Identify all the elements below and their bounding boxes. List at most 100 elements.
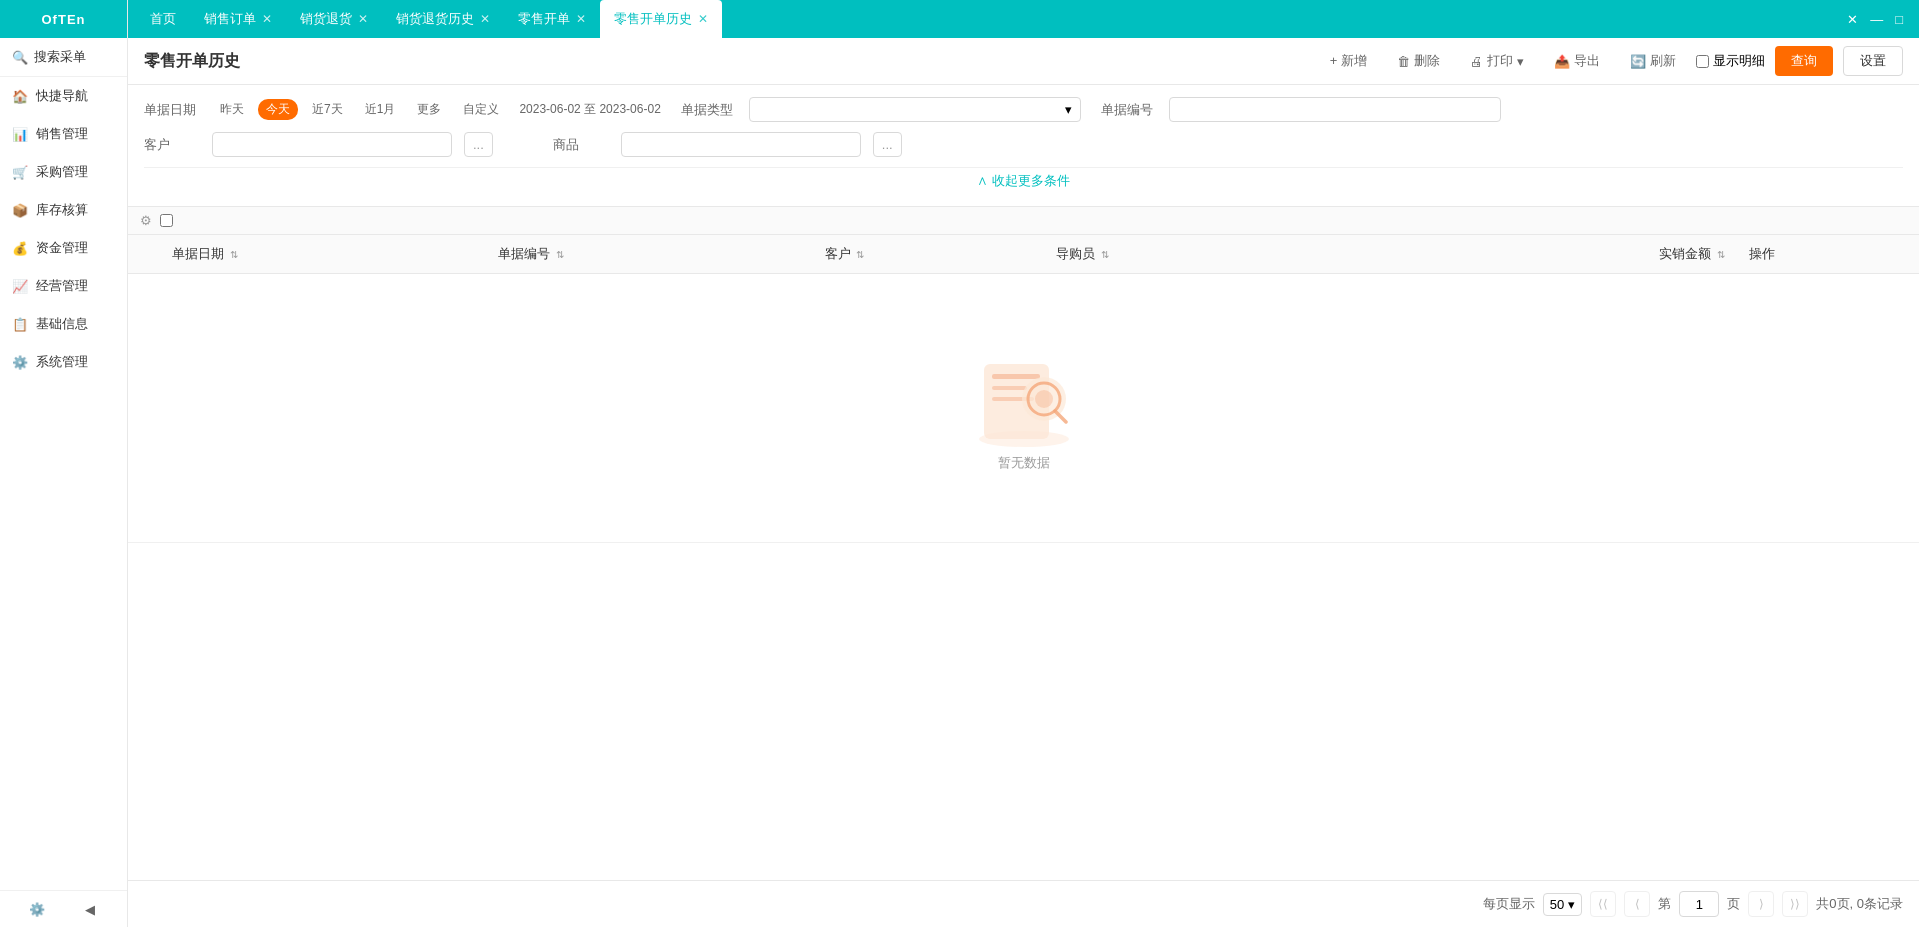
tab-retail-open-history[interactable]: 零售开单历史 ✕	[600, 0, 722, 38]
nav-maximize-btn[interactable]: □	[1895, 12, 1903, 27]
sidebar-item-quick-nav[interactable]: 🏠 快捷导航	[0, 77, 127, 115]
total-label: 共0页, 0条记录	[1816, 895, 1903, 913]
sidebar-bottom: ⚙️ ◀	[0, 890, 127, 927]
date-options: 昨天 今天 近7天 近1月 更多 自定义	[212, 99, 507, 120]
content-area: ⚙ 单据日期 ⇅ 单据编号 ⇅ 客户 ⇅	[128, 207, 1919, 880]
refresh-button[interactable]: 🔄 刷新	[1620, 47, 1686, 75]
svg-point-8	[1035, 390, 1053, 408]
page-size-select[interactable]: 50 ▾	[1543, 893, 1582, 916]
tab-home[interactable]: 首页	[136, 0, 190, 38]
sidebar: OfTEn 🔍 搜索采单 🏠 快捷导航 📊 销售管理 🛒 采购管理 📦 库存核算…	[0, 0, 128, 927]
gear-icon[interactable]: ⚙️	[29, 901, 45, 917]
toolbar: 零售开单历史 + 新增 🗑 删除 🖨 打印 ▾ 📤 导出 🔄 刷新	[128, 38, 1919, 85]
export-icon: 📤	[1554, 54, 1570, 69]
sidebar-item-purchase[interactable]: 🛒 采购管理	[0, 153, 127, 191]
filter-area: 单据日期 昨天 今天 近7天 近1月 更多 自定义 2023-06-02 至 2…	[128, 85, 1919, 207]
date-opt-yesterday[interactable]: 昨天	[212, 99, 252, 120]
system-icon: ⚙️	[12, 354, 28, 370]
empty-illustration	[964, 344, 1084, 454]
last-page-btn[interactable]: ⟩⟩	[1782, 891, 1808, 917]
basic-icon: 📋	[12, 316, 28, 332]
product-filter: 商品 ...	[553, 132, 902, 157]
nav-right: ✕ — □	[1847, 12, 1911, 27]
sort-date-icon[interactable]: ⇅	[230, 249, 238, 260]
doc-number-filter: 单据编号	[1101, 97, 1501, 122]
sidebar-item-finance[interactable]: 💰 资金管理	[0, 229, 127, 267]
search-icon: 🔍	[12, 49, 28, 65]
nav-minimize-btn[interactable]: —	[1870, 12, 1883, 27]
page-size-dropdown-icon: ▾	[1568, 897, 1575, 912]
finance-icon: 💰	[12, 240, 28, 256]
date-filter: 单据日期 昨天 今天 近7天 近1月 更多 自定义 2023-06-02 至 2…	[144, 99, 661, 120]
data-table: 单据日期 ⇅ 单据编号 ⇅ 客户 ⇅ 导购员 ⇅	[128, 235, 1919, 543]
close-tab-retail-open-history[interactable]: ✕	[698, 12, 708, 26]
sidebar-item-operations[interactable]: 📈 经营管理	[0, 267, 127, 305]
tab-retail-open[interactable]: 零售开单 ✕	[504, 0, 600, 38]
product-ellipsis-btn[interactable]: ...	[873, 132, 902, 157]
close-tab-sales-return[interactable]: ✕	[358, 12, 368, 26]
th-date[interactable]: 单据日期 ⇅	[160, 235, 486, 274]
main-content: 首页 销售订单 ✕ 销货退货 ✕ 销货退货历史 ✕ 零售开单 ✕ 零售开单历史 …	[128, 0, 1919, 927]
th-number[interactable]: 单据编号 ⇅	[486, 235, 812, 274]
close-tab-sales-return-history[interactable]: ✕	[480, 12, 490, 26]
sort-number-icon[interactable]: ⇅	[556, 249, 564, 260]
th-guide[interactable]: 导购员 ⇅	[1044, 235, 1323, 274]
print-button[interactable]: 🖨 打印 ▾	[1460, 47, 1534, 75]
th-spacer	[1323, 235, 1410, 274]
date-range-text: 2023-06-02 至 2023-06-02	[519, 101, 660, 118]
date-opt-today[interactable]: 今天	[258, 99, 298, 120]
operations-icon: 📈	[12, 278, 28, 294]
sidebar-item-system[interactable]: ⚙️ 系统管理	[0, 343, 127, 381]
close-tab-sales-order[interactable]: ✕	[262, 12, 272, 26]
table-header-tools: ⚙	[128, 207, 1919, 235]
print-dropdown-icon: ▾	[1517, 54, 1524, 69]
per-page-label: 每页显示	[1483, 895, 1535, 913]
delete-button[interactable]: 🗑 删除	[1387, 47, 1450, 75]
display-detail-toggle[interactable]: 显示明细	[1696, 52, 1765, 70]
add-button[interactable]: + 新增	[1320, 47, 1377, 75]
first-page-btn[interactable]: ⟨⟨	[1590, 891, 1616, 917]
export-button[interactable]: 📤 导出	[1544, 47, 1610, 75]
inventory-icon: 📦	[12, 202, 28, 218]
column-settings-icon[interactable]: ⚙	[140, 213, 152, 228]
close-tab-retail-open[interactable]: ✕	[576, 12, 586, 26]
product-input[interactable]	[621, 132, 861, 157]
th-customer[interactable]: 客户 ⇅	[813, 235, 1045, 274]
doc-number-input[interactable]	[1169, 97, 1501, 122]
customer-input[interactable]	[212, 132, 452, 157]
sidebar-item-basic[interactable]: 📋 基础信息	[0, 305, 127, 343]
tab-sales-return[interactable]: 销货退货 ✕	[286, 0, 382, 38]
collapse-icon[interactable]: ◀	[82, 901, 98, 917]
nav-close-btn[interactable]: ✕	[1847, 12, 1858, 27]
page-input[interactable]	[1679, 891, 1719, 917]
date-opt-custom[interactable]: 自定义	[455, 99, 507, 120]
sort-customer-icon[interactable]: ⇅	[856, 249, 864, 260]
display-detail-checkbox[interactable]	[1696, 55, 1709, 68]
sidebar-item-sales[interactable]: 📊 销售管理	[0, 115, 127, 153]
query-button[interactable]: 查询	[1775, 46, 1833, 76]
tab-sales-return-history[interactable]: 销货退货历史 ✕	[382, 0, 504, 38]
doc-type-select[interactable]: ▾	[749, 97, 1081, 122]
th-amount[interactable]: 实销金额 ⇅	[1411, 235, 1737, 274]
tab-sales-order[interactable]: 销售订单 ✕	[190, 0, 286, 38]
customer-ellipsis-btn[interactable]: ...	[464, 132, 493, 157]
page-prefix: 第	[1658, 895, 1671, 913]
filter-row-2: 客户 ... 商品 ...	[144, 132, 1903, 157]
sort-amount-icon[interactable]: ⇅	[1717, 249, 1725, 260]
collapse-filter-btn[interactable]: ∧ 收起更多条件	[144, 167, 1903, 194]
prev-page-btn[interactable]: ⟨	[1624, 891, 1650, 917]
sidebar-item-inventory[interactable]: 📦 库存核算	[0, 191, 127, 229]
sort-guide-icon[interactable]: ⇅	[1101, 249, 1109, 260]
date-opt-week[interactable]: 近7天	[304, 99, 351, 120]
pagination: 每页显示 50 ▾ ⟨⟨ ⟨ 第 页 ⟩ ⟩⟩ 共0页, 0条记录	[128, 880, 1919, 927]
logo: OfTEn	[0, 0, 127, 38]
sidebar-search[interactable]: 🔍 搜索采单	[0, 38, 127, 77]
print-icon: 🖨	[1470, 54, 1483, 69]
settings-button[interactable]: 设置	[1843, 46, 1903, 76]
select-all-checkbox[interactable]	[160, 214, 173, 227]
home-icon: 🏠	[12, 88, 28, 104]
next-page-btn[interactable]: ⟩	[1748, 891, 1774, 917]
date-opt-month[interactable]: 近1月	[357, 99, 404, 120]
date-opt-more[interactable]: 更多	[409, 99, 449, 120]
th-checkbox	[128, 235, 160, 274]
